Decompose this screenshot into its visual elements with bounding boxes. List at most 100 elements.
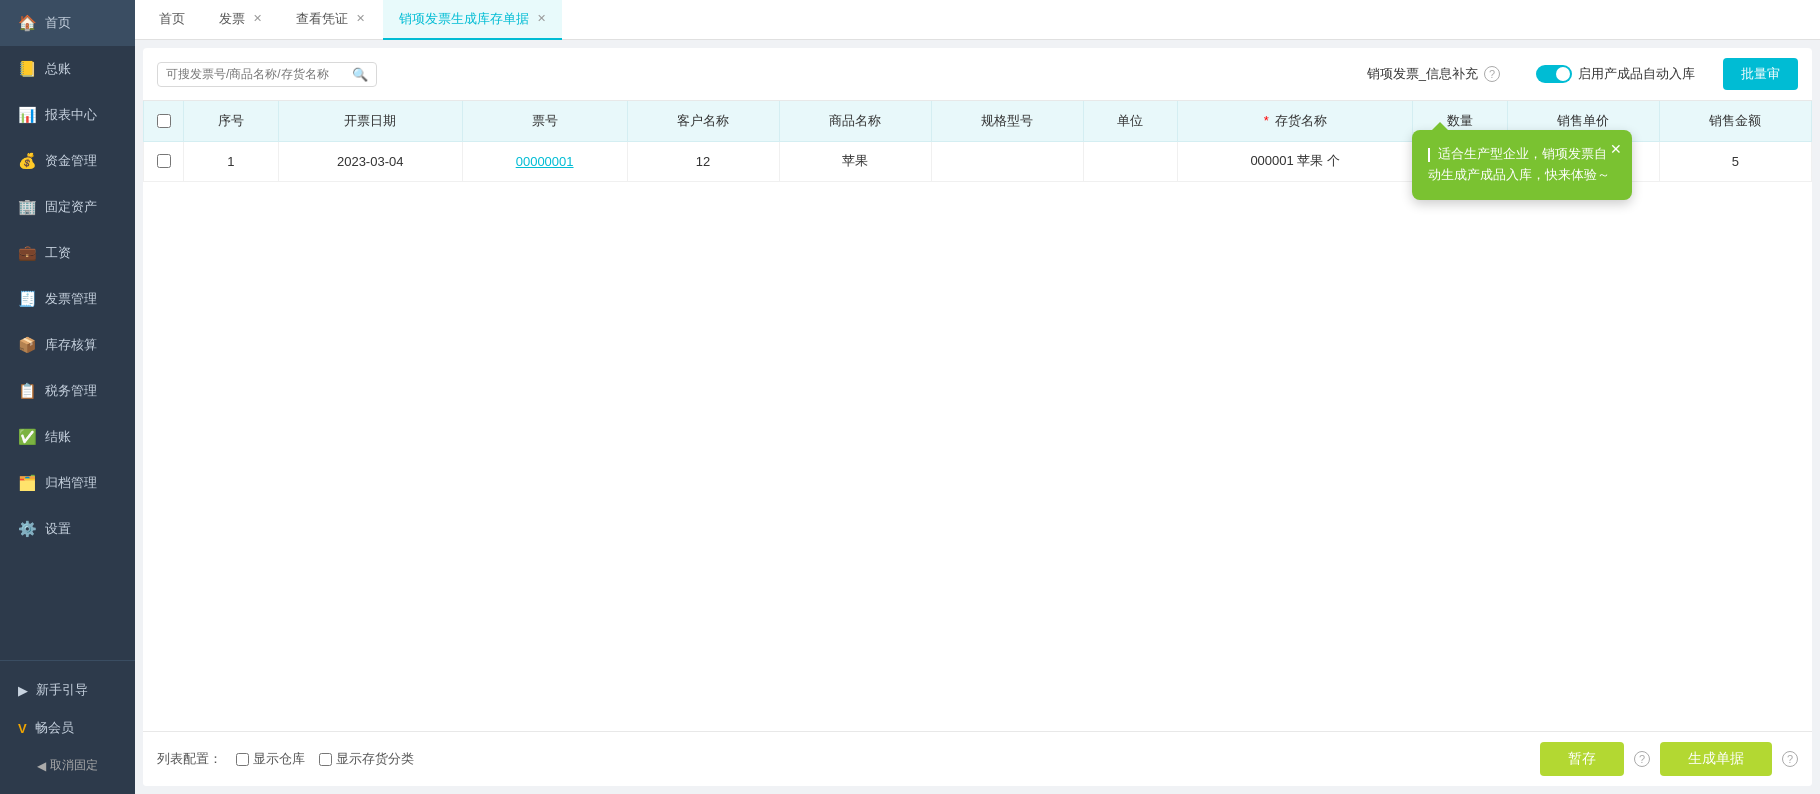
sidebar-item-label: 报表中心	[45, 106, 97, 124]
tab-invoice[interactable]: 发票 ✕	[203, 0, 278, 40]
new-guide-icon: ▶	[18, 683, 28, 698]
home-icon: 🏠	[18, 14, 37, 32]
sidebar-item-vip[interactable]: V 畅会员	[0, 709, 135, 747]
toggle-knob	[1556, 67, 1570, 81]
cancel-fixed[interactable]: ◀ 取消固定	[0, 747, 135, 784]
sidebar-item-label: 首页	[45, 14, 71, 32]
sidebar-item-label: 归档管理	[45, 474, 97, 492]
bottom-actions: 暂存 ? 生成单据 ?	[1540, 742, 1798, 776]
sidebar: 🏠 首页 📒 总账 📊 报表中心 💰 资金管理 🏢 固定资产 💼 工资 🧾 发票…	[0, 0, 135, 794]
td-ticket-no[interactable]: 00000001	[462, 141, 627, 181]
toolbar-info: 销项发票_信息补充 ?	[1367, 65, 1500, 83]
tooltip-popup: ✕ 适合生产型企业，销项发票自动生成产成品入库，快来体验～	[1412, 130, 1632, 200]
sidebar-item-label: 税务管理	[45, 382, 97, 400]
sidebar-item-settlement[interactable]: ✅ 结账	[0, 414, 135, 460]
show-warehouse-checkbox[interactable]	[236, 753, 249, 766]
sidebar-item-label: 结账	[45, 428, 71, 446]
cancel-fixed-label: 取消固定	[50, 757, 98, 774]
sidebar-item-new-guide[interactable]: ▶ 新手引导	[0, 671, 135, 709]
th-inventory-name: * 存货名称	[1178, 101, 1413, 141]
archive-icon: 🗂️	[18, 474, 37, 492]
th-product-name: 商品名称	[779, 101, 931, 141]
sidebar-item-label: 工资	[45, 244, 71, 262]
sidebar-item-label: 发票管理	[45, 290, 97, 308]
search-input[interactable]	[166, 67, 346, 81]
show-inventory-category-checkbox[interactable]	[319, 753, 332, 766]
required-star: *	[1264, 113, 1269, 128]
tab-invoice-close[interactable]: ✕	[253, 12, 262, 25]
td-date: 2023-03-04	[278, 141, 462, 181]
sidebar-item-inventory[interactable]: 📦 库存核算	[0, 322, 135, 368]
sidebar-item-fund-management[interactable]: 💰 资金管理	[0, 138, 135, 184]
td-inventory-name[interactable]: 000001 苹果 个	[1178, 141, 1413, 181]
new-guide-label: 新手引导	[36, 681, 88, 699]
sidebar-item-fixed-assets[interactable]: 🏢 固定资产	[0, 184, 135, 230]
list-config-label: 列表配置：	[157, 750, 222, 768]
search-wrap[interactable]: 🔍	[157, 62, 377, 87]
page-content: 🔍 销项发票_信息补充 ? 启用产成品自动入库 批量审	[143, 48, 1812, 786]
assets-icon: 🏢	[18, 198, 37, 216]
save-help-icon[interactable]: ?	[1634, 751, 1650, 767]
tooltip-close-button[interactable]: ✕	[1610, 138, 1622, 160]
info-icon[interactable]: ?	[1484, 66, 1500, 82]
sidebar-item-settings[interactable]: ⚙️ 设置	[0, 506, 135, 552]
tab-view-voucher[interactable]: 查看凭证 ✕	[280, 0, 381, 40]
show-inventory-category-label[interactable]: 显示存货分类	[319, 750, 414, 768]
td-unit	[1083, 141, 1178, 181]
th-date: 开票日期	[278, 101, 462, 141]
vip-label: 畅会员	[35, 719, 74, 737]
settings-icon: ⚙️	[18, 520, 37, 538]
th-customer: 客户名称	[627, 101, 779, 141]
td-product-name: 苹果	[779, 141, 931, 181]
sidebar-bottom: ▶ 新手引导 V 畅会员 ◀ 取消固定	[0, 660, 135, 794]
toggle-label: 启用产成品自动入库	[1578, 65, 1695, 83]
sidebar-item-invoice-management[interactable]: 🧾 发票管理	[0, 276, 135, 322]
tab-home[interactable]: 首页	[143, 0, 201, 40]
td-spec	[931, 141, 1083, 181]
auto-warehouse-toggle[interactable]	[1536, 65, 1572, 83]
sidebar-item-label: 库存核算	[45, 336, 97, 354]
sidebar-item-payroll[interactable]: 💼 工资	[0, 230, 135, 276]
payroll-icon: 💼	[18, 244, 37, 262]
sidebar-item-label: 固定资产	[45, 198, 97, 216]
generate-button[interactable]: 生成单据	[1660, 742, 1772, 776]
tab-bar: 首页 发票 ✕ 查看凭证 ✕ 销项发票生成库存单据 ✕	[135, 0, 1820, 40]
th-ticket-no: 票号	[462, 101, 627, 141]
batch-button[interactable]: 批量审	[1723, 58, 1798, 90]
sidebar-item-report-center[interactable]: 📊 报表中心	[0, 92, 135, 138]
info-label: 销项发票_信息补充	[1367, 65, 1478, 83]
ticket-no-link[interactable]: 00000001	[516, 154, 574, 169]
td-checkbox	[144, 141, 184, 181]
tab-cancel-invoice[interactable]: 销项发票生成库存单据 ✕	[383, 0, 562, 40]
inventory-icon: 📦	[18, 336, 37, 354]
sidebar-item-home[interactable]: 🏠 首页	[0, 0, 135, 46]
th-amount: 销售金额	[1659, 101, 1811, 141]
select-all-checkbox[interactable]	[157, 114, 171, 128]
toolbar: 🔍 销项发票_信息补充 ? 启用产成品自动入库 批量审	[143, 48, 1812, 101]
vip-icon: V	[18, 721, 27, 736]
td-amount: 5	[1659, 141, 1811, 181]
toggle-wrap: 启用产成品自动入库	[1536, 65, 1695, 83]
tooltip-cursor	[1428, 148, 1430, 162]
tab-cancel-invoice-close[interactable]: ✕	[537, 12, 546, 25]
ledger-icon: 📒	[18, 60, 37, 78]
invoice-icon: 🧾	[18, 290, 37, 308]
th-spec: 规格型号	[931, 101, 1083, 141]
th-unit: 单位	[1083, 101, 1178, 141]
generate-help-icon[interactable]: ?	[1782, 751, 1798, 767]
sidebar-item-general-ledger[interactable]: 📒 总账	[0, 46, 135, 92]
sidebar-item-archive-management[interactable]: 🗂️ 归档管理	[0, 460, 135, 506]
sidebar-item-tax-management[interactable]: 📋 税务管理	[0, 368, 135, 414]
sidebar-item-label: 设置	[45, 520, 71, 538]
tax-icon: 📋	[18, 382, 37, 400]
save-button[interactable]: 暂存	[1540, 742, 1624, 776]
tooltip-text: 适合生产型企业，销项发票自动生成产成品入库，快来体验～	[1428, 146, 1610, 182]
row-checkbox[interactable]	[157, 154, 171, 168]
show-warehouse-label[interactable]: 显示仓库	[236, 750, 305, 768]
fund-icon: 💰	[18, 152, 37, 170]
tab-view-voucher-close[interactable]: ✕	[356, 12, 365, 25]
th-checkbox	[144, 101, 184, 141]
sidebar-item-label: 资金管理	[45, 152, 97, 170]
bottom-bar: 列表配置： 显示仓库 显示存货分类 暂存 ? 生成单据 ?	[143, 731, 1812, 786]
td-customer: 12	[627, 141, 779, 181]
